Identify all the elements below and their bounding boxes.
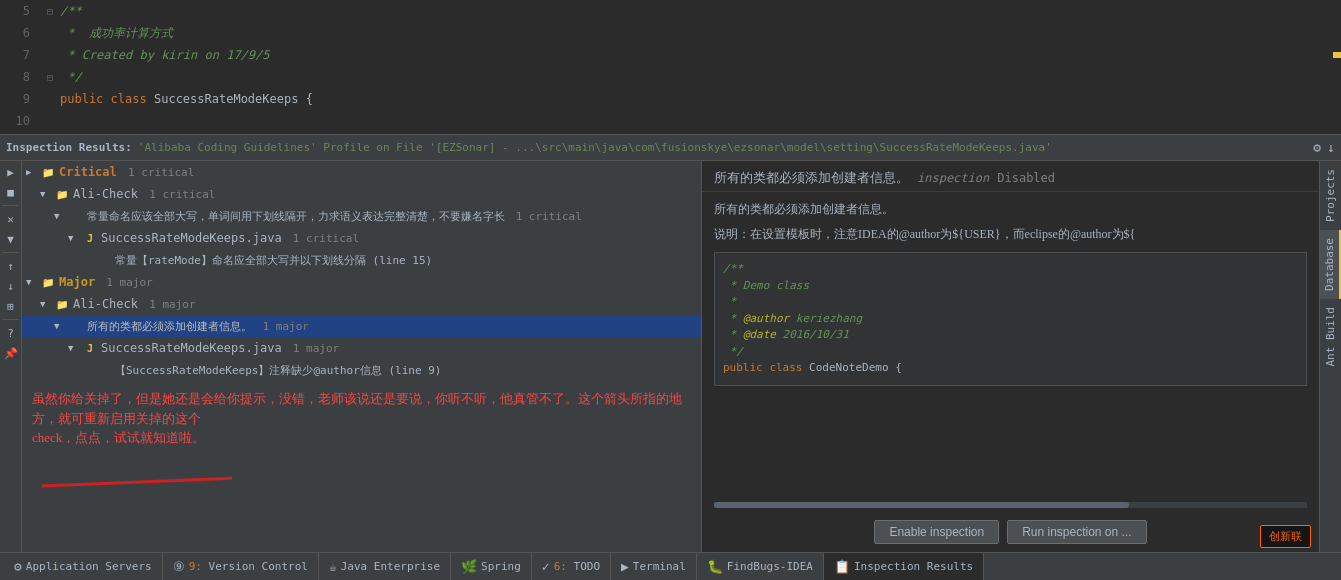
version-control-icon: ⑨ xyxy=(173,559,185,574)
findbugs-icon: 🐛 xyxy=(707,559,723,574)
tree-arrow-java-critical: ▼ xyxy=(68,233,82,243)
detail-header: 所有的类都必须添加创建者信息。 inspection Disabled xyxy=(702,161,1319,192)
tree-arrow-java-major: ▼ xyxy=(68,343,82,353)
help-button[interactable]: ? xyxy=(2,324,20,342)
tree-item-class-info[interactable]: ▼ 所有的类都必须添加创建者信息。 1 major xyxy=(22,315,701,337)
inspection-results-label: Inspection Results xyxy=(854,560,973,573)
folder-icon-ali-critical: 📁 xyxy=(54,186,70,202)
inspection-profile-text: 'Alibaba Coding Guidelines' Profile on F… xyxy=(138,141,1308,154)
tree-arrow-ali-major: ▼ xyxy=(40,299,54,309)
bottom-tab-inspection-results[interactable]: 📋 Inspection Results xyxy=(824,553,984,581)
settings-icon[interactable]: ⚙ xyxy=(1313,140,1321,155)
naming-icon xyxy=(68,208,84,224)
detail-code-block: /** * Demo class * * @author keriezhang … xyxy=(714,252,1307,386)
tree-panel: ▶ 📁 Critical 1 critical ▼ 📁 Ali-Check 1 … xyxy=(22,161,702,552)
detail-scrollbar[interactable] xyxy=(714,502,1307,508)
class-info-icon xyxy=(68,318,84,334)
detail-title: 所有的类都必须添加创建者信息。 xyxy=(714,169,909,187)
code-line-8: 8 ⊟ */ xyxy=(0,66,1341,88)
down-button[interactable]: ↓ xyxy=(2,277,20,295)
disabled-label: Disabled xyxy=(997,171,1055,185)
ant-build-tab[interactable]: Ant Build xyxy=(1321,299,1340,375)
bottom-tab-version-control[interactable]: ⑨ 9: Version Control xyxy=(163,553,319,581)
author-icon xyxy=(96,362,112,378)
tree-item-author-line[interactable]: ▶ 【SuccessRateModeKeeps】注释缺少@author信息 (l… xyxy=(22,359,701,381)
inspection-badge: inspection xyxy=(917,171,989,185)
left-toolbar: ▶ ■ ✕ ▼ ↑ ↓ ⊞ ? 📌 xyxy=(0,161,22,552)
tree-item-rate-mode[interactable]: ▶ 常量【rateMode】命名应全部大写并以下划线分隔 (line 15) xyxy=(22,249,701,271)
bottom-tab-app-servers[interactable]: ⚙ Application Servers xyxy=(4,553,163,581)
tree-arrow-ali-critical: ▼ xyxy=(40,189,54,199)
group-button[interactable]: ⊞ xyxy=(2,297,20,315)
inspection-results-icon: 📋 xyxy=(834,559,850,574)
inspection-bar-label: Inspection Results: xyxy=(6,141,132,154)
folder-icon-major: 📁 xyxy=(40,274,56,290)
rate-mode-icon xyxy=(96,252,112,268)
folder-icon-critical: 📁 xyxy=(40,164,56,180)
tree-item-ali-check-major[interactable]: ▼ 📁 Ali-Check 1 major xyxy=(22,293,701,315)
bottom-tab-java-enterprise[interactable]: ☕ Java Enterprise xyxy=(319,553,451,581)
terminal-icon: ▶ xyxy=(621,559,629,574)
rerun-button[interactable]: ▶ xyxy=(2,163,20,181)
tree-item-naming-rule[interactable]: ▼ 常量命名应该全部大写，单词间用下划线隔开，力求语义表达完整清楚，不要嫌名字长… xyxy=(22,205,701,227)
tree-item-java-file-major[interactable]: ▼ J SuccessRateModeKeeps.java 1 major xyxy=(22,337,701,359)
tree-item-ali-check-critical[interactable]: ▼ 📁 Ali-Check 1 critical xyxy=(22,183,701,205)
java-enterprise-icon: ☕ xyxy=(329,559,337,574)
tree-arrow-naming: ▼ xyxy=(54,211,68,221)
close-button[interactable]: ✕ xyxy=(2,210,20,228)
filter-button[interactable]: ▼ xyxy=(2,230,20,248)
tree-item-java-file-critical[interactable]: ▼ J SuccessRateModeKeeps.java 1 critical xyxy=(22,227,701,249)
tree-item-critical-root[interactable]: ▶ 📁 Critical 1 critical xyxy=(22,161,701,183)
bottom-tab-spring[interactable]: 🌿 Spring xyxy=(451,553,532,581)
detail-panel: 所有的类都必须添加创建者信息。 inspection Disabled 所有的类… xyxy=(702,161,1319,552)
folder-icon-ali-major: 📁 xyxy=(54,296,70,312)
pin-button[interactable]: 📌 xyxy=(2,344,20,362)
detail-scroll-thumb[interactable] xyxy=(714,502,1129,508)
bottom-tab-terminal[interactable]: ▶ Terminal xyxy=(611,553,697,581)
inspection-main: ▶ ■ ✕ ▼ ↑ ↓ ⊞ ? 📌 ▶ 📁 Critical 1 critica… xyxy=(0,161,1341,552)
spring-icon: 🌿 xyxy=(461,559,477,574)
todo-icon: ✓ xyxy=(542,559,550,574)
app-servers-icon: ⚙ xyxy=(14,559,22,574)
code-line-6: 6 * 成功率计算方式 xyxy=(0,22,1341,44)
export-icon[interactable]: ↓ xyxy=(1327,140,1335,155)
code-line-10: 10 xyxy=(0,110,1341,132)
code-editor: 5 ⊟ /** 6 * 成功率计算方式 7 * Created by kirin… xyxy=(0,0,1341,135)
java-icon-major: J xyxy=(82,340,98,356)
svg-line-1 xyxy=(42,466,232,486)
stop-button[interactable]: ■ xyxy=(2,183,20,201)
tree-arrow-critical: ▶ xyxy=(26,167,40,177)
detail-buttons: Enable inspection Run inspection on ... xyxy=(702,512,1319,552)
bottom-tab-findbugs[interactable]: 🐛 FindBugs-IDEA xyxy=(697,553,824,581)
watermark: 创新联 xyxy=(1260,525,1311,548)
tree-arrow-class-info: ▼ xyxy=(54,321,68,331)
tree-arrow-major: ▼ xyxy=(26,277,40,287)
tree-item-major-root[interactable]: ▼ 📁 Major 1 major xyxy=(22,271,701,293)
database-tab[interactable]: Database xyxy=(1320,230,1341,299)
code-line-9: 9 public class SuccessRateModeKeeps { xyxy=(0,88,1341,110)
bottom-tab-todo[interactable]: ✓ 6: TODO xyxy=(532,553,611,581)
right-side-panel: Projects Database Ant Build xyxy=(1319,161,1341,552)
run-inspection-button[interactable]: Run inspection on ... xyxy=(1007,520,1146,544)
projects-tab[interactable]: Projects xyxy=(1321,161,1340,230)
arrow-container xyxy=(22,456,701,513)
detail-body-note: 说明：在设置模板时，注意IDEA的@author为${USER}，而eclips… xyxy=(714,225,1307,244)
red-annotation: 虽然你给关掉了，但是她还是会给你提示，没错，老师该说还是要说，你听不听，他真管不… xyxy=(22,381,701,456)
red-arrow-svg xyxy=(32,456,232,506)
inspection-bar: Inspection Results: 'Alibaba Coding Guid… xyxy=(0,135,1341,161)
code-line-5: 5 ⊟ /** xyxy=(0,0,1341,22)
up-button[interactable]: ↑ xyxy=(2,257,20,275)
java-icon-critical: J xyxy=(82,230,98,246)
detail-body-title: 所有的类都必须添加创建者信息。 xyxy=(714,200,1307,219)
detail-body: 所有的类都必须添加创建者信息。 说明：在设置模板时，注意IDEA的@author… xyxy=(702,192,1319,498)
enable-inspection-button[interactable]: Enable inspection xyxy=(874,520,999,544)
code-line-7: 7 * Created by kirin on 17/9/5 xyxy=(0,44,1341,66)
bottom-bar: ⚙ Application Servers ⑨ 9: Version Contr… xyxy=(0,552,1341,580)
